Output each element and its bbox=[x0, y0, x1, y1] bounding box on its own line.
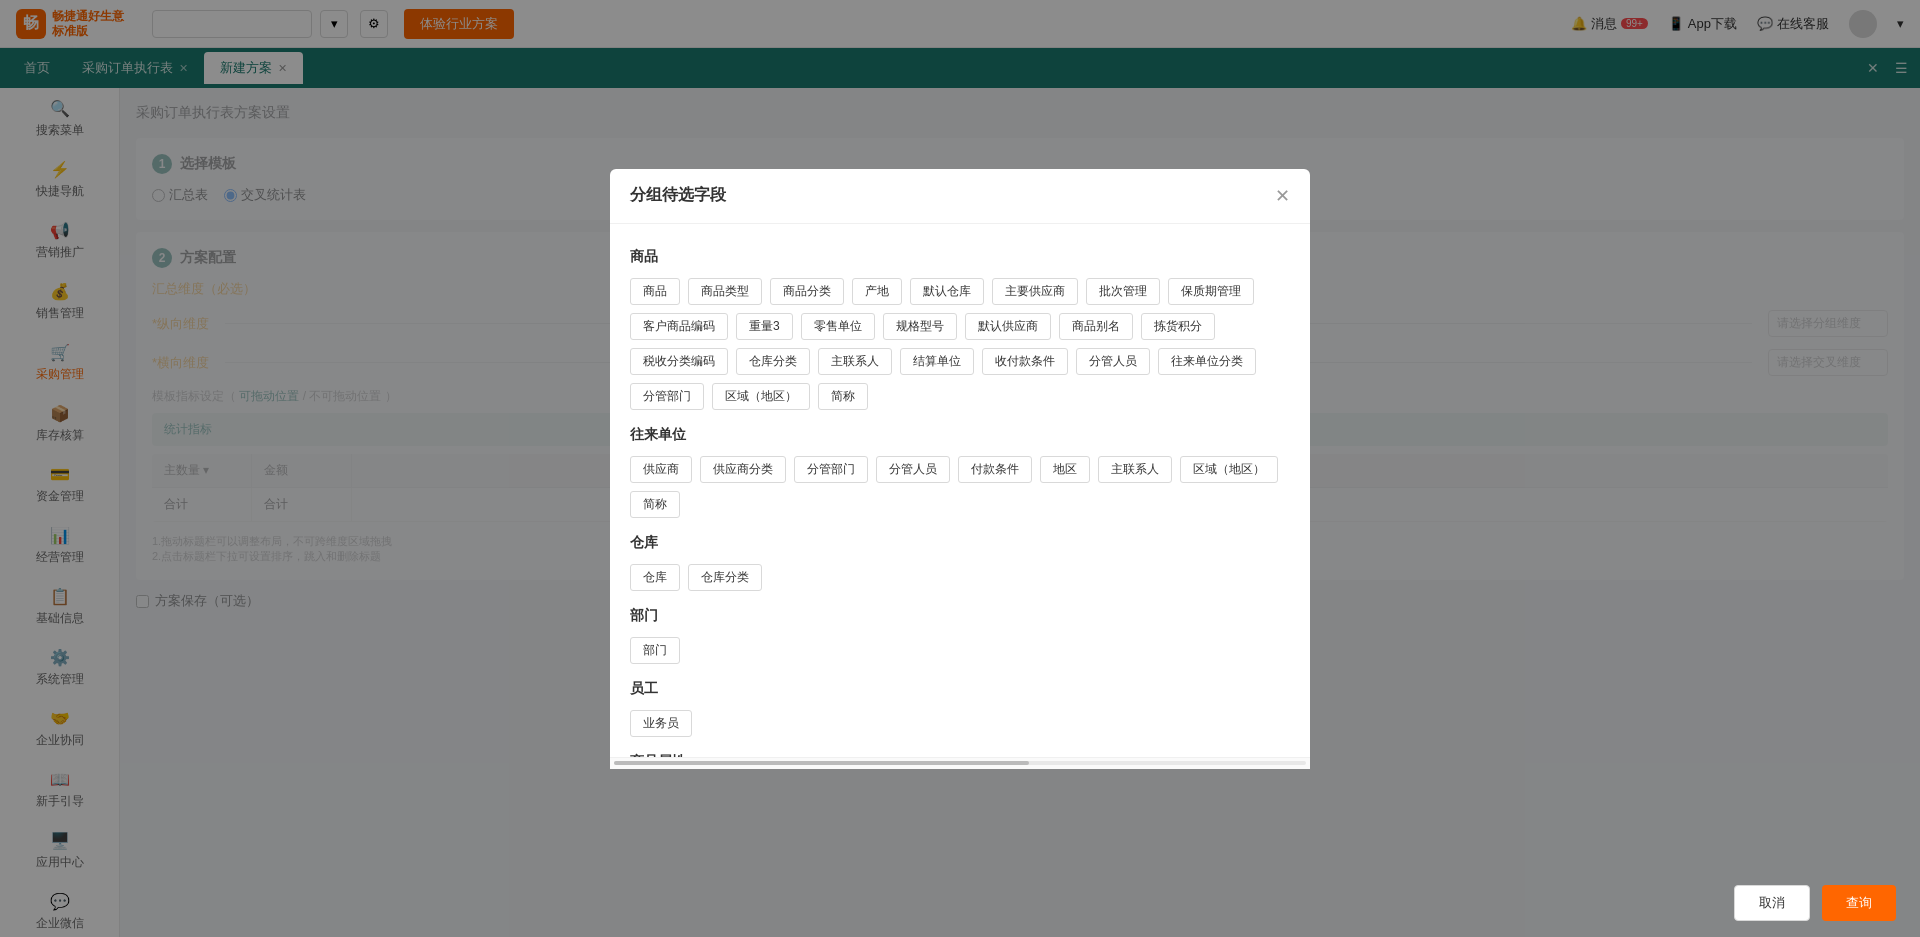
field-tag[interactable]: 产地 bbox=[852, 278, 902, 305]
group-title-warehouse: 仓库 bbox=[630, 534, 1290, 552]
field-grid-dept: 部门 bbox=[630, 637, 1290, 664]
field-tag[interactable]: 税收分类编码 bbox=[630, 348, 728, 375]
field-tag[interactable]: 商品分类 bbox=[770, 278, 844, 305]
field-tag[interactable]: 分管人员 bbox=[1076, 348, 1150, 375]
field-tag[interactable]: 仓库分类 bbox=[688, 564, 762, 591]
h-scroll-track bbox=[614, 761, 1306, 765]
h-scroll-thumb bbox=[614, 761, 1029, 765]
field-tag[interactable]: 保质期管理 bbox=[1168, 278, 1254, 305]
field-tag[interactable]: 区域（地区） bbox=[712, 383, 810, 410]
field-tag[interactable]: 区域（地区） bbox=[1180, 456, 1278, 483]
field-tag[interactable]: 仓库 bbox=[630, 564, 680, 591]
field-tag[interactable]: 主联系人 bbox=[818, 348, 892, 375]
field-grid-employee: 业务员 bbox=[630, 710, 1290, 737]
modal-overlay: 分组待选字段 ✕ 商品 商品 商品类型 商品分类 产地 默认仓库 主要供应商 批… bbox=[0, 0, 1920, 937]
group-title-partner: 往来单位 bbox=[630, 426, 1290, 444]
cancel-button[interactable]: 取消 bbox=[1734, 885, 1810, 921]
field-tag[interactable]: 部门 bbox=[630, 637, 680, 664]
field-tag[interactable]: 商品别名 bbox=[1059, 313, 1133, 340]
field-grid-product: 商品 商品类型 商品分类 产地 默认仓库 主要供应商 批次管理 保质期管理 客户… bbox=[630, 278, 1290, 410]
field-tag[interactable]: 重量3 bbox=[736, 313, 793, 340]
field-tag[interactable]: 分管人员 bbox=[876, 456, 950, 483]
field-tag[interactable]: 结算单位 bbox=[900, 348, 974, 375]
field-tag[interactable]: 地区 bbox=[1040, 456, 1090, 483]
field-tag[interactable]: 往来单位分类 bbox=[1158, 348, 1256, 375]
field-grid-warehouse: 仓库 仓库分类 bbox=[630, 564, 1290, 591]
field-tag[interactable]: 主联系人 bbox=[1098, 456, 1172, 483]
field-tag[interactable]: 默认仓库 bbox=[910, 278, 984, 305]
field-tag[interactable]: 客户商品编码 bbox=[630, 313, 728, 340]
field-tag[interactable]: 付款条件 bbox=[958, 456, 1032, 483]
field-tag[interactable]: 收付款条件 bbox=[982, 348, 1068, 375]
field-tag[interactable]: 分管部门 bbox=[794, 456, 868, 483]
group-title-dept: 部门 bbox=[630, 607, 1290, 625]
field-tag[interactable]: 供应商 bbox=[630, 456, 692, 483]
field-tag[interactable]: 商品类型 bbox=[688, 278, 762, 305]
field-tag[interactable]: 默认供应商 bbox=[965, 313, 1051, 340]
field-tag[interactable]: 商品 bbox=[630, 278, 680, 305]
field-tag[interactable]: 简称 bbox=[630, 491, 680, 518]
field-tag[interactable]: 分管部门 bbox=[630, 383, 704, 410]
footer-buttons: 取消 查询 bbox=[1710, 869, 1920, 937]
field-grid-partner: 供应商 供应商分类 分管部门 分管人员 付款条件 地区 主联系人 区域（地区） … bbox=[630, 456, 1290, 518]
confirm-button[interactable]: 查询 bbox=[1822, 885, 1896, 921]
field-tag[interactable]: 批次管理 bbox=[1086, 278, 1160, 305]
field-tag[interactable]: 供应商分类 bbox=[700, 456, 786, 483]
field-tag[interactable]: 零售单位 bbox=[801, 313, 875, 340]
field-tag[interactable]: 简称 bbox=[818, 383, 868, 410]
field-tag[interactable]: 业务员 bbox=[630, 710, 692, 737]
field-tag[interactable]: 仓库分类 bbox=[736, 348, 810, 375]
field-tag[interactable]: 主要供应商 bbox=[992, 278, 1078, 305]
field-tag[interactable]: 拣货积分 bbox=[1141, 313, 1215, 340]
group-title-employee: 员工 bbox=[630, 680, 1290, 698]
field-select-modal: 分组待选字段 ✕ 商品 商品 商品类型 商品分类 产地 默认仓库 主要供应商 批… bbox=[610, 169, 1310, 769]
group-title-product: 商品 bbox=[630, 248, 1290, 266]
modal-close-btn[interactable]: ✕ bbox=[1275, 185, 1290, 207]
modal-body: 商品 商品 商品类型 商品分类 产地 默认仓库 主要供应商 批次管理 保质期管理… bbox=[610, 224, 1310, 757]
modal-h-scrollbar[interactable] bbox=[610, 757, 1310, 769]
field-tag[interactable]: 规格型号 bbox=[883, 313, 957, 340]
modal-title: 分组待选字段 bbox=[630, 185, 726, 206]
modal-header: 分组待选字段 ✕ bbox=[610, 169, 1310, 224]
